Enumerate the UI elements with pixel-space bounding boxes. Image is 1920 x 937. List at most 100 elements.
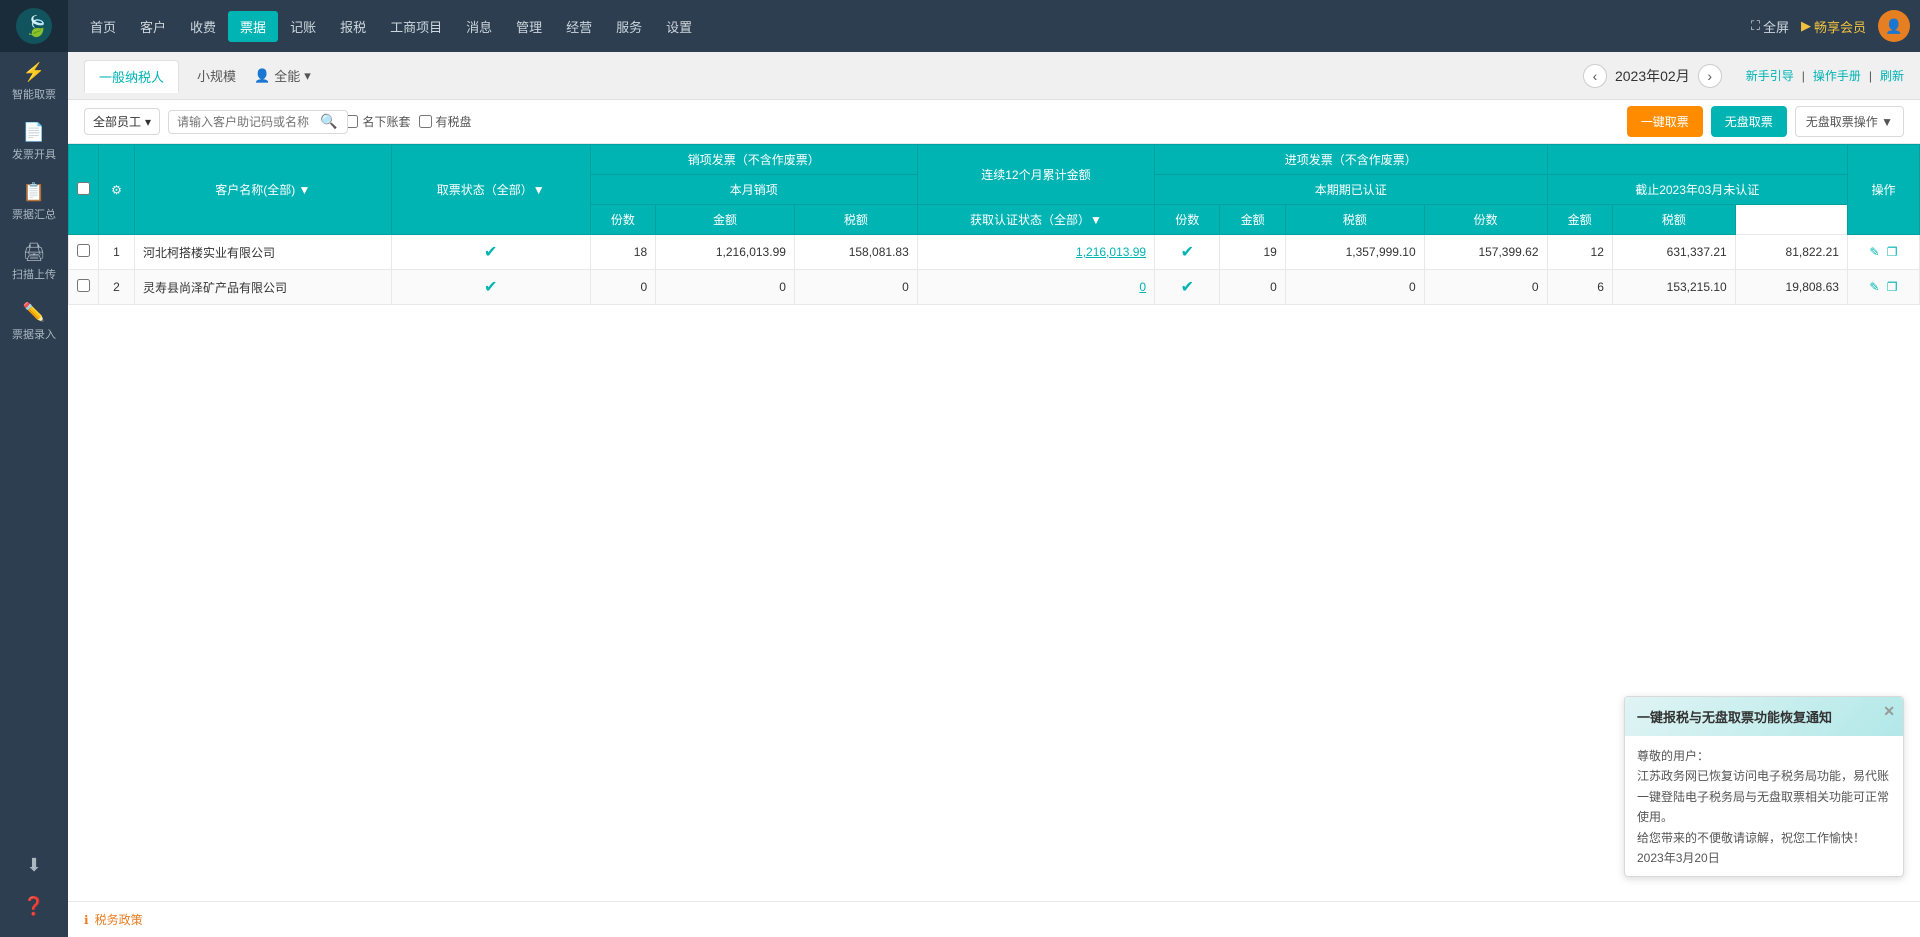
th-uncert-count: 份数 <box>1424 205 1547 235</box>
sidebar-item-invoice-open[interactable]: 📄 发票开具 <box>0 112 68 172</box>
nav-settings[interactable]: 设置 <box>654 11 704 42</box>
topnav-right: ⛶ 全屏 ▶ 畅享会员 👤 <box>1751 10 1910 42</box>
notif-close-button[interactable]: ✕ <box>1883 703 1895 720</box>
row-cumulative[interactable]: 1,216,013.99 <box>917 235 1154 270</box>
tax-policy-label[interactable]: 税务政策 <box>95 911 143 928</box>
row-sales-tax: 158,081.83 <box>794 235 917 270</box>
row-sales-tax: 0 <box>794 270 917 305</box>
sidebar-item-invoice-open-label: 发票开具 <box>12 146 56 162</box>
nav-tax[interactable]: 报税 <box>328 11 378 42</box>
row-uncert-count: 12 <box>1547 235 1612 270</box>
row-checkbox[interactable] <box>77 279 90 292</box>
row-cert-status: ✔ <box>1155 270 1220 305</box>
row-cert-tax: 157,399.62 <box>1424 235 1547 270</box>
nav-operation[interactable]: 经营 <box>554 11 604 42</box>
download-icon: ⬇ <box>26 855 41 876</box>
th-uncert-header <box>1547 145 1847 175</box>
nav-invoice[interactable]: 票据 <box>228 11 278 42</box>
nav-manage[interactable]: 管理 <box>504 11 554 42</box>
manual-link[interactable]: 操作手册 <box>1813 67 1861 84</box>
nav-service[interactable]: 服务 <box>604 11 654 42</box>
notif-title: 一键报税与无盘取票功能恢复通知 <box>1637 710 1832 725</box>
member-btn[interactable]: ▶ 畅享会员 <box>1801 17 1866 36</box>
row-name[interactable]: 河北柯搭楼实业有限公司 <box>135 235 392 270</box>
prev-month-btn[interactable]: ‹ <box>1583 64 1607 88</box>
th-uncert-amount: 金额 <box>1547 205 1612 235</box>
nav-home[interactable]: 首页 <box>78 11 128 42</box>
sidebar-item-invoice-summary-label: 票据汇总 <box>12 206 56 222</box>
sidebar-item-smart-fetch[interactable]: ⚡ 智能取票 <box>0 52 68 112</box>
row-uncert-amount: 631,337.21 <box>1612 235 1735 270</box>
sidebar-item-scan-upload[interactable]: 🖨 扫描上传 <box>0 232 68 292</box>
one-click-fetch-button[interactable]: 一键取票 <box>1627 106 1703 137</box>
table-row: 1 河北柯搭楼实业有限公司 ✔ 18 1,216,013.99 158,081.… <box>69 235 1920 270</box>
smart-fetch-icon: ⚡ <box>23 62 45 83</box>
main-table: ⚙ 客户名称(全部) ▼ 取票状态（全部）▼ 销项发票（不含作废票） 连续12个… <box>68 144 1920 305</box>
tab-small[interactable]: 小规模 <box>183 60 250 91</box>
employee-label: 全部员工 <box>93 113 141 130</box>
th-cert-amount: 金额 <box>1220 205 1285 235</box>
row-cert-amount: 0 <box>1285 270 1424 305</box>
select-all-checkbox[interactable] <box>77 182 90 195</box>
search-wrapper: 🔍 <box>168 110 337 134</box>
tab-all[interactable]: 👤 全能 ▾ <box>254 66 311 85</box>
nav-message[interactable]: 消息 <box>454 11 504 42</box>
row-cert-status: ✔ <box>1155 235 1220 270</box>
status-check-icon: ✔ <box>484 244 497 261</box>
sidebar-item-scan-upload-label: 扫描上传 <box>12 266 56 282</box>
invoice-open-icon: 📄 <box>23 122 45 143</box>
tax-disk-checkbox-label[interactable]: 有税盘 <box>419 113 472 130</box>
page-footer: ℹ 税务政策 <box>68 901 1920 937</box>
sub-account-checkbox-label[interactable]: 名下账套 <box>345 113 410 130</box>
row-checkbox[interactable] <box>77 244 90 257</box>
sidebar-item-data-entry-label: 票据录入 <box>12 326 56 342</box>
row-name[interactable]: 灵寿县尚泽矿产品有限公司 <box>135 270 392 305</box>
no-disk-ops-button[interactable]: 无盘取票操作 ▼ <box>1795 106 1904 137</box>
row-uncert-amount: 153,215.10 <box>1612 270 1735 305</box>
employee-select[interactable]: 全部员工 ▾ <box>84 108 160 135</box>
next-month-btn[interactable]: › <box>1698 64 1722 88</box>
avatar[interactable]: 👤 <box>1878 10 1910 42</box>
tax-disk-checkbox[interactable] <box>419 115 432 128</box>
th-cert-count: 份数 <box>1155 205 1220 235</box>
notif-body-line: 尊敬的用户： <box>1637 746 1891 766</box>
th-cumulative: 连续12个月累计金额 <box>917 145 1154 205</box>
new-guide-link[interactable]: 新手引导 <box>1746 67 1794 84</box>
current-date: 2023年02月 <box>1615 66 1690 86</box>
no-disk-fetch-button[interactable]: 无盘取票 <box>1711 106 1787 137</box>
tab-general[interactable]: 一般纳税人 <box>84 60 179 93</box>
data-entry-icon: ✏️ <box>23 302 45 323</box>
row-uncert-tax: 81,822.21 <box>1735 235 1847 270</box>
row-num: 1 <box>99 235 135 270</box>
sidebar: 🍃 ⚡ 智能取票 📄 发票开具 📋 票据汇总 🖨 扫描上传 ✏️ 票据录入 ⬇ … <box>0 0 68 937</box>
row-cert-count: 19 <box>1220 235 1285 270</box>
row-copy-icon[interactable]: ❐ <box>1887 245 1898 259</box>
nav-business[interactable]: 工商项目 <box>378 11 454 42</box>
sidebar-help[interactable]: ❓ <box>0 886 68 927</box>
tax-policy-icon: ℹ <box>84 913 89 927</box>
fullscreen-btn[interactable]: ⛶ 全屏 <box>1751 17 1789 36</box>
sidebar-item-invoice-summary[interactable]: 📋 票据汇总 <box>0 172 68 232</box>
nav-customer[interactable]: 客户 <box>128 11 178 42</box>
th-cert-period: 本期期已认证 <box>1155 175 1547 205</box>
th-action: 操作 <box>1847 145 1919 235</box>
row-sales-count: 18 <box>590 235 655 270</box>
topnav: 首页 客户 收费 票据 记账 报税 工商项目 消息 管理 经营 服务 设置 ⛶ … <box>68 0 1920 52</box>
row-edit-icon[interactable]: ✎ <box>1869 245 1879 259</box>
row-cumulative[interactable]: 0 <box>917 270 1154 305</box>
fullscreen-icon: ⛶ <box>1751 18 1760 34</box>
nav-collect[interactable]: 收费 <box>178 11 228 42</box>
th-status: 取票状态（全部）▼ <box>391 145 590 235</box>
refresh-link[interactable]: 刷新 <box>1880 67 1904 84</box>
nav-accounting[interactable]: 记账 <box>278 11 328 42</box>
sidebar-item-data-entry[interactable]: ✏️ 票据录入 <box>0 292 68 352</box>
row-copy-icon[interactable]: ❐ <box>1887 280 1898 294</box>
search-button[interactable]: 🔍 <box>320 113 337 130</box>
play-icon: ▶ <box>1801 18 1811 34</box>
notif-body-line: 2023年3月20日 <box>1637 848 1891 868</box>
row-edit-icon[interactable]: ✎ <box>1869 280 1879 294</box>
scan-upload-icon: 🖨 <box>23 242 46 263</box>
row-num: 2 <box>99 270 135 305</box>
sidebar-download[interactable]: ⬇ <box>0 845 68 886</box>
toolbar-right: 一键取票 无盘取票 无盘取票操作 ▼ <box>1627 106 1904 137</box>
